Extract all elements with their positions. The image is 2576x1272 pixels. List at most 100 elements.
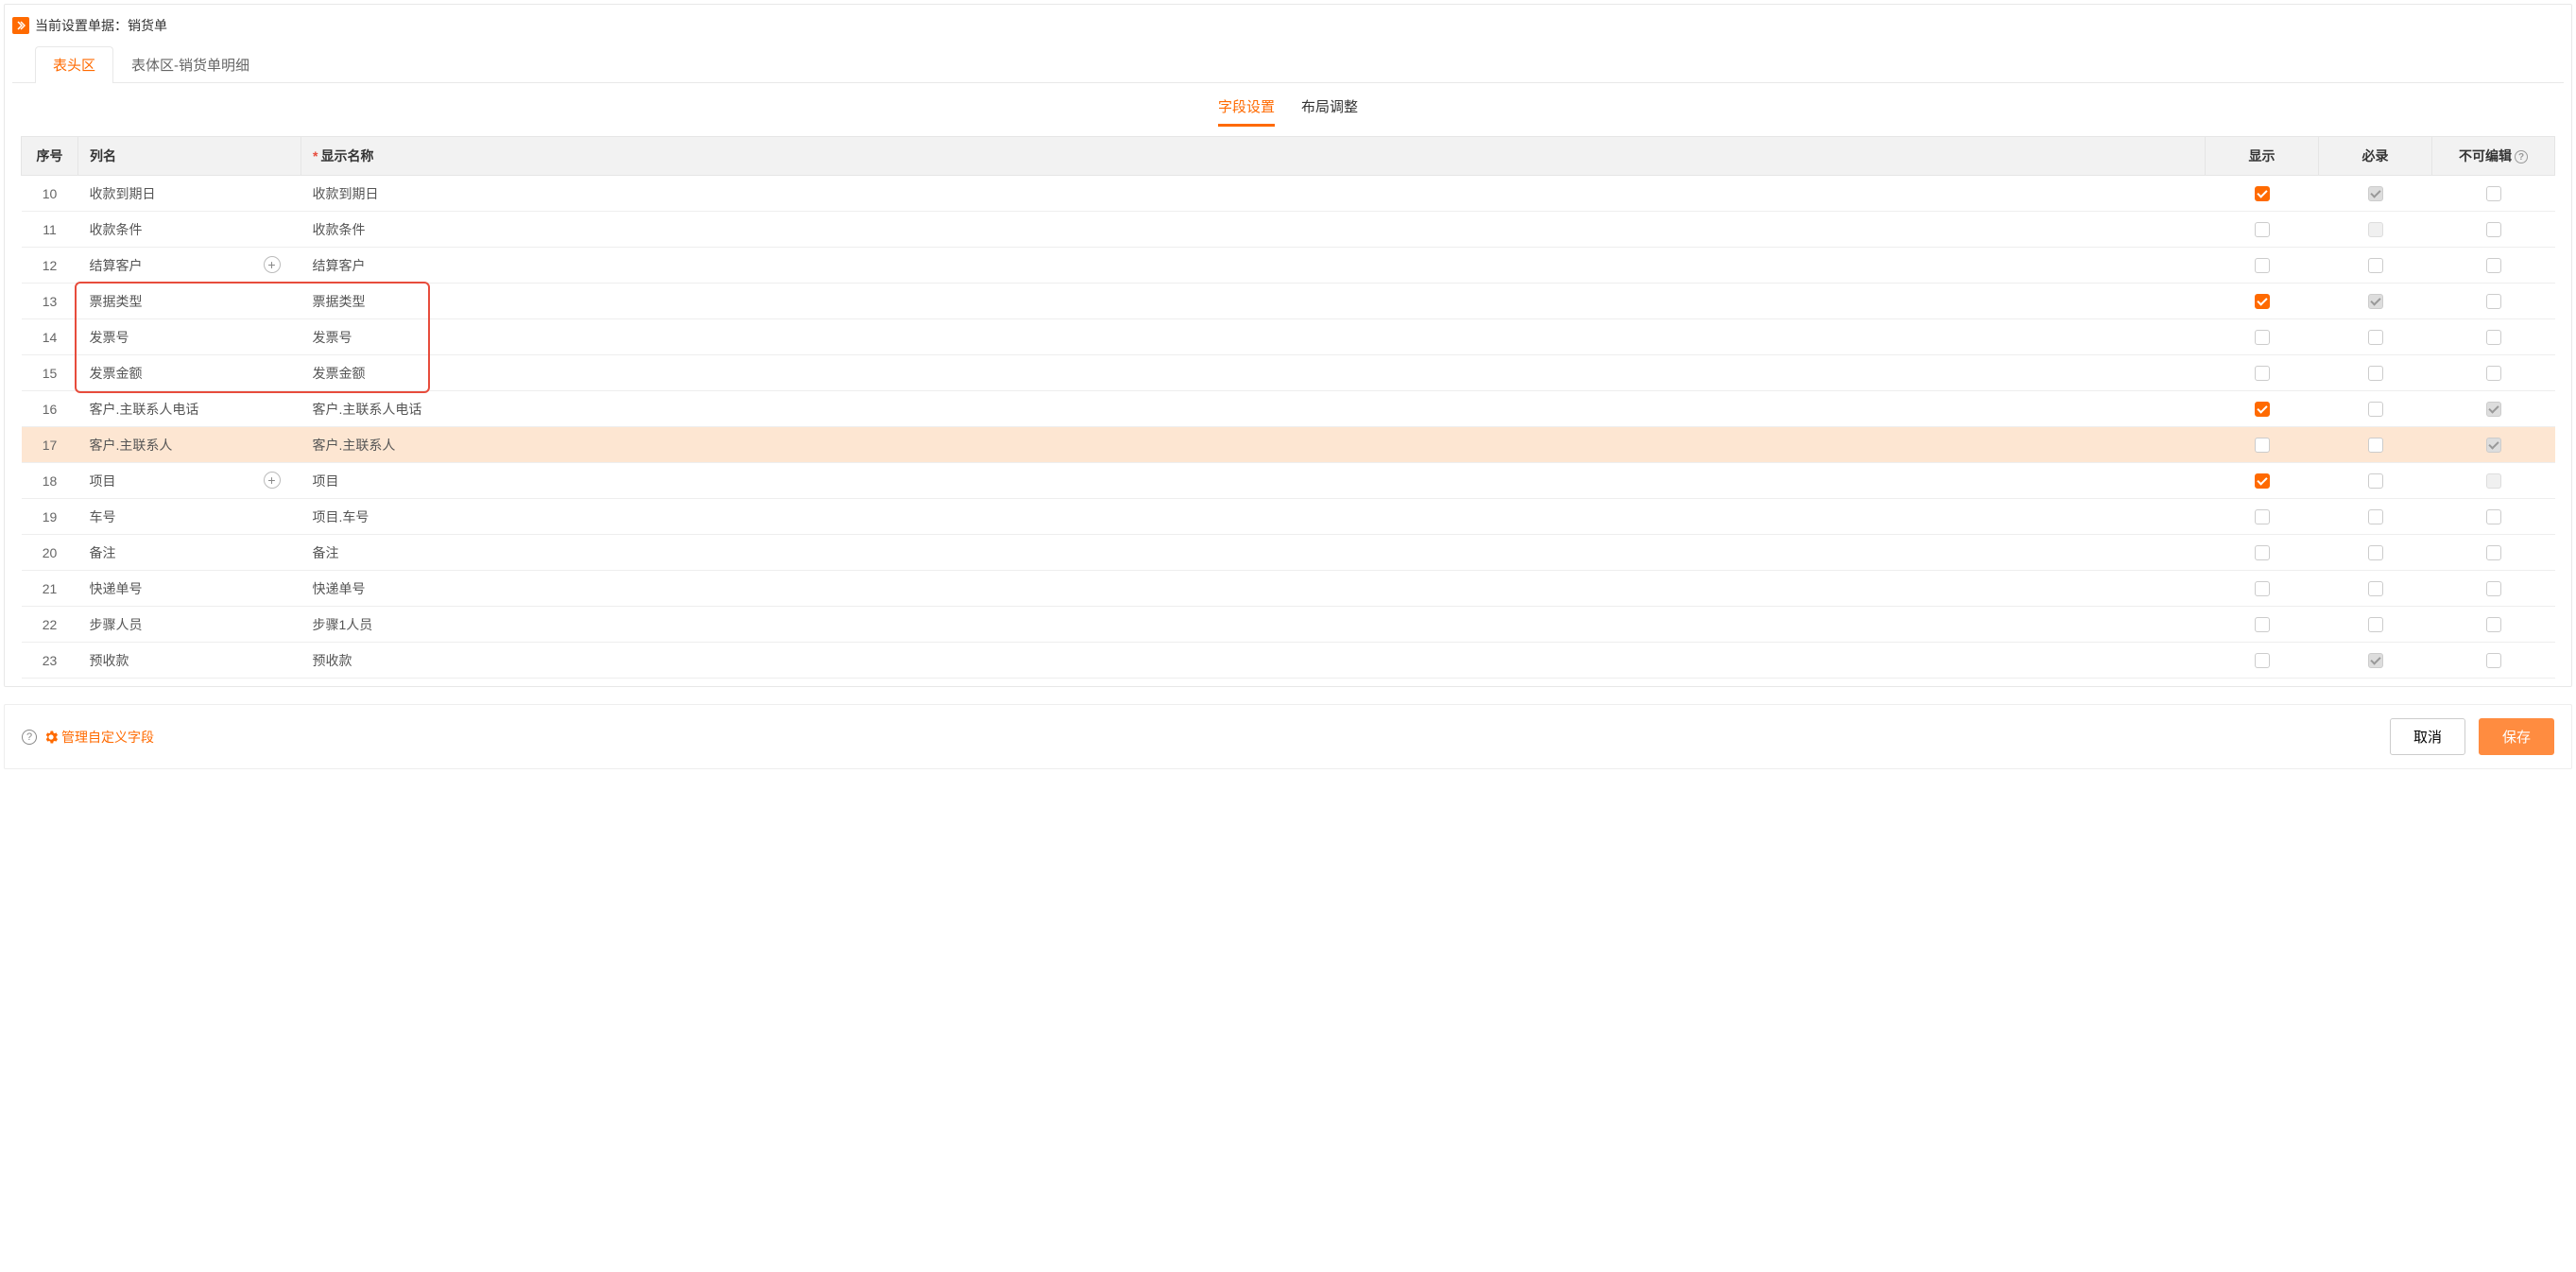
checkbox-required[interactable] bbox=[2368, 617, 2383, 632]
table-row: 18项目+项目 bbox=[22, 463, 2555, 499]
row-displayname[interactable]: 收款到期日 bbox=[301, 176, 2206, 212]
row-displayname[interactable]: 客户.主联系人 bbox=[301, 427, 2206, 463]
checkbox-readonly bbox=[2486, 438, 2501, 453]
row-colname: 客户.主联系人电话 bbox=[78, 391, 301, 427]
checkbox-required[interactable] bbox=[2368, 581, 2383, 596]
checkbox-readonly[interactable] bbox=[2486, 617, 2501, 632]
checkbox-required[interactable] bbox=[2368, 509, 2383, 524]
row-index: 21 bbox=[22, 571, 78, 607]
checkbox-show[interactable] bbox=[2255, 617, 2270, 632]
cell-readonly bbox=[2432, 607, 2555, 643]
primary-tab-0[interactable]: 表头区 bbox=[35, 46, 113, 82]
cell-readonly bbox=[2432, 643, 2555, 679]
secondary-tab-0[interactable]: 字段设置 bbox=[1218, 96, 1275, 127]
checkbox-readonly[interactable] bbox=[2486, 222, 2501, 237]
help-icon[interactable]: ? bbox=[2515, 150, 2528, 163]
footer-bar: ? 管理自定义字段 取消 保存 bbox=[4, 704, 2572, 769]
row-displayname[interactable]: 收款条件 bbox=[301, 212, 2206, 248]
row-displayname[interactable]: 发票金额 bbox=[301, 355, 2206, 391]
row-colname: 发票号 bbox=[78, 319, 301, 355]
row-displayname[interactable]: 步骤1人员 bbox=[301, 607, 2206, 643]
cell-show bbox=[2206, 427, 2319, 463]
cell-required bbox=[2319, 284, 2432, 319]
row-displayname[interactable]: 票据类型 bbox=[301, 284, 2206, 319]
checkbox-readonly[interactable] bbox=[2486, 653, 2501, 668]
cell-required bbox=[2319, 643, 2432, 679]
row-displayname[interactable]: 发票号 bbox=[301, 319, 2206, 355]
primary-tabs: 表头区表体区-销货单明细 bbox=[12, 46, 2564, 82]
row-index: 10 bbox=[22, 176, 78, 212]
table-row: 19车号项目.车号 bbox=[22, 499, 2555, 535]
checkbox-show[interactable] bbox=[2255, 186, 2270, 201]
cell-readonly bbox=[2432, 427, 2555, 463]
checkbox-show[interactable] bbox=[2255, 473, 2270, 489]
checkbox-show[interactable] bbox=[2255, 581, 2270, 596]
expand-icon[interactable] bbox=[12, 17, 29, 34]
cell-show bbox=[2206, 571, 2319, 607]
checkbox-required bbox=[2368, 653, 2383, 668]
checkbox-readonly[interactable] bbox=[2486, 366, 2501, 381]
checkbox-show[interactable] bbox=[2255, 294, 2270, 309]
checkbox-required[interactable] bbox=[2368, 473, 2383, 489]
checkbox-readonly[interactable] bbox=[2486, 545, 2501, 560]
row-displayname[interactable]: 预收款 bbox=[301, 643, 2206, 679]
checkbox-readonly[interactable] bbox=[2486, 186, 2501, 201]
checkbox-required[interactable] bbox=[2368, 545, 2383, 560]
save-button[interactable]: 保存 bbox=[2479, 718, 2554, 755]
checkbox-show[interactable] bbox=[2255, 258, 2270, 273]
add-icon[interactable]: + bbox=[264, 472, 281, 489]
checkbox-readonly[interactable] bbox=[2486, 330, 2501, 345]
cell-readonly bbox=[2432, 391, 2555, 427]
checkbox-required[interactable] bbox=[2368, 438, 2383, 453]
checkbox-show[interactable] bbox=[2255, 402, 2270, 417]
checkbox-show[interactable] bbox=[2255, 545, 2270, 560]
row-colname: 发票金额 bbox=[78, 355, 301, 391]
row-displayname[interactable]: 备注 bbox=[301, 535, 2206, 571]
checkbox-required[interactable] bbox=[2368, 258, 2383, 273]
table-row: 14发票号发票号 bbox=[22, 319, 2555, 355]
cell-required bbox=[2319, 212, 2432, 248]
checkbox-show[interactable] bbox=[2255, 330, 2270, 345]
row-displayname[interactable]: 客户.主联系人电话 bbox=[301, 391, 2206, 427]
checkbox-show[interactable] bbox=[2255, 222, 2270, 237]
table-row: 10收款到期日收款到期日 bbox=[22, 176, 2555, 212]
row-colname: 收款到期日 bbox=[78, 176, 301, 212]
cell-readonly bbox=[2432, 176, 2555, 212]
checkbox-readonly[interactable] bbox=[2486, 294, 2501, 309]
row-index: 16 bbox=[22, 391, 78, 427]
table-row: 17客户.主联系人客户.主联系人 bbox=[22, 427, 2555, 463]
checkbox-required[interactable] bbox=[2368, 366, 2383, 381]
cell-readonly bbox=[2432, 248, 2555, 284]
cancel-button[interactable]: 取消 bbox=[2390, 718, 2465, 755]
row-displayname[interactable]: 结算客户 bbox=[301, 248, 2206, 284]
checkbox-show[interactable] bbox=[2255, 438, 2270, 453]
row-displayname[interactable]: 项目 bbox=[301, 463, 2206, 499]
cell-required bbox=[2319, 463, 2432, 499]
row-colname: 备注 bbox=[78, 535, 301, 571]
checkbox-readonly[interactable] bbox=[2486, 509, 2501, 524]
checkbox-readonly[interactable] bbox=[2486, 581, 2501, 596]
cell-required bbox=[2319, 319, 2432, 355]
primary-tab-1[interactable]: 表体区-销货单明细 bbox=[113, 46, 267, 82]
checkbox-readonly[interactable] bbox=[2486, 258, 2501, 273]
secondary-tab-1[interactable]: 布局调整 bbox=[1301, 96, 1358, 127]
row-displayname[interactable]: 快递单号 bbox=[301, 571, 2206, 607]
checkbox-show[interactable] bbox=[2255, 366, 2270, 381]
fields-table: 序号 列名 *显示名称 显示 必录 不可编辑? 10收款到期日收款到期日11收款… bbox=[21, 136, 2555, 679]
add-icon[interactable]: + bbox=[264, 256, 281, 273]
checkbox-show[interactable] bbox=[2255, 509, 2270, 524]
th-seq: 序号 bbox=[22, 137, 78, 176]
row-displayname[interactable]: 项目.车号 bbox=[301, 499, 2206, 535]
row-colname: 车号 bbox=[78, 499, 301, 535]
question-icon[interactable]: ? bbox=[22, 730, 37, 745]
checkbox-required[interactable] bbox=[2368, 330, 2383, 345]
title-bar: 当前设置单据：销货单 bbox=[12, 12, 2564, 46]
checkbox-show[interactable] bbox=[2255, 653, 2270, 668]
manage-custom-fields-link[interactable]: 管理自定义字段 bbox=[44, 728, 154, 747]
cell-show bbox=[2206, 499, 2319, 535]
checkbox-required[interactable] bbox=[2368, 402, 2383, 417]
row-index: 22 bbox=[22, 607, 78, 643]
row-colname: 快递单号 bbox=[78, 571, 301, 607]
table-row: 15发票金额发票金额 bbox=[22, 355, 2555, 391]
th-displayname: *显示名称 bbox=[301, 137, 2206, 176]
